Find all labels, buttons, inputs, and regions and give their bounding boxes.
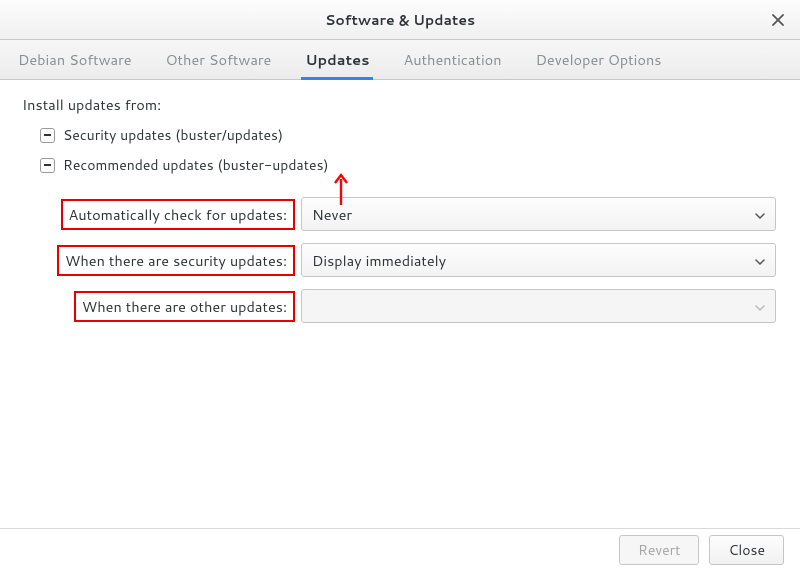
revert-button: Revert: [619, 535, 699, 565]
security-updates-value: Display immediately: [312, 250, 755, 271]
install-updates-from-label: Install updates from:: [22, 94, 778, 115]
chevron-down-icon: [755, 204, 765, 224]
window-title: Software & Updates: [0, 10, 800, 30]
tab-authentication[interactable]: Authentication: [403, 40, 501, 79]
tab-developer-options[interactable]: Developer Options: [536, 40, 662, 79]
recommended-updates-row: Recommended updates (buster-updates): [40, 155, 778, 175]
tab-updates[interactable]: Updates: [305, 40, 369, 79]
auto-check-value: Never: [312, 204, 755, 225]
other-updates-combo: [301, 289, 776, 323]
footer: Revert Close: [0, 529, 800, 571]
chevron-down-icon: [755, 250, 765, 270]
close-icon[interactable]: [768, 10, 788, 30]
security-updates-row: Security updates (buster/updates): [40, 125, 778, 145]
security-updates-checkbox[interactable]: [40, 128, 55, 143]
recommended-updates-label: Recommended updates (buster-updates): [63, 155, 329, 175]
update-settings-form: Automatically check for updates: Never W…: [40, 197, 776, 323]
security-updates-label: Security updates (buster/updates): [63, 125, 283, 145]
auto-check-combo[interactable]: Never: [301, 197, 776, 231]
other-updates-setting-label: When there are other updates:: [74, 291, 295, 322]
content-area: Install updates from: Security updates (…: [0, 80, 800, 529]
tab-bar: Debian Software Other Software Updates A…: [0, 40, 800, 80]
tab-debian-software[interactable]: Debian Software: [18, 40, 132, 79]
titlebar: Software & Updates: [0, 0, 800, 40]
tab-other-software[interactable]: Other Software: [166, 40, 272, 79]
security-updates-combo[interactable]: Display immediately: [301, 243, 776, 277]
security-updates-setting-label: When there are security updates:: [57, 245, 295, 276]
close-button[interactable]: Close: [709, 535, 784, 565]
recommended-updates-checkbox[interactable]: [40, 158, 55, 173]
auto-check-label: Automatically check for updates:: [61, 199, 296, 230]
chevron-down-icon: [755, 296, 765, 316]
